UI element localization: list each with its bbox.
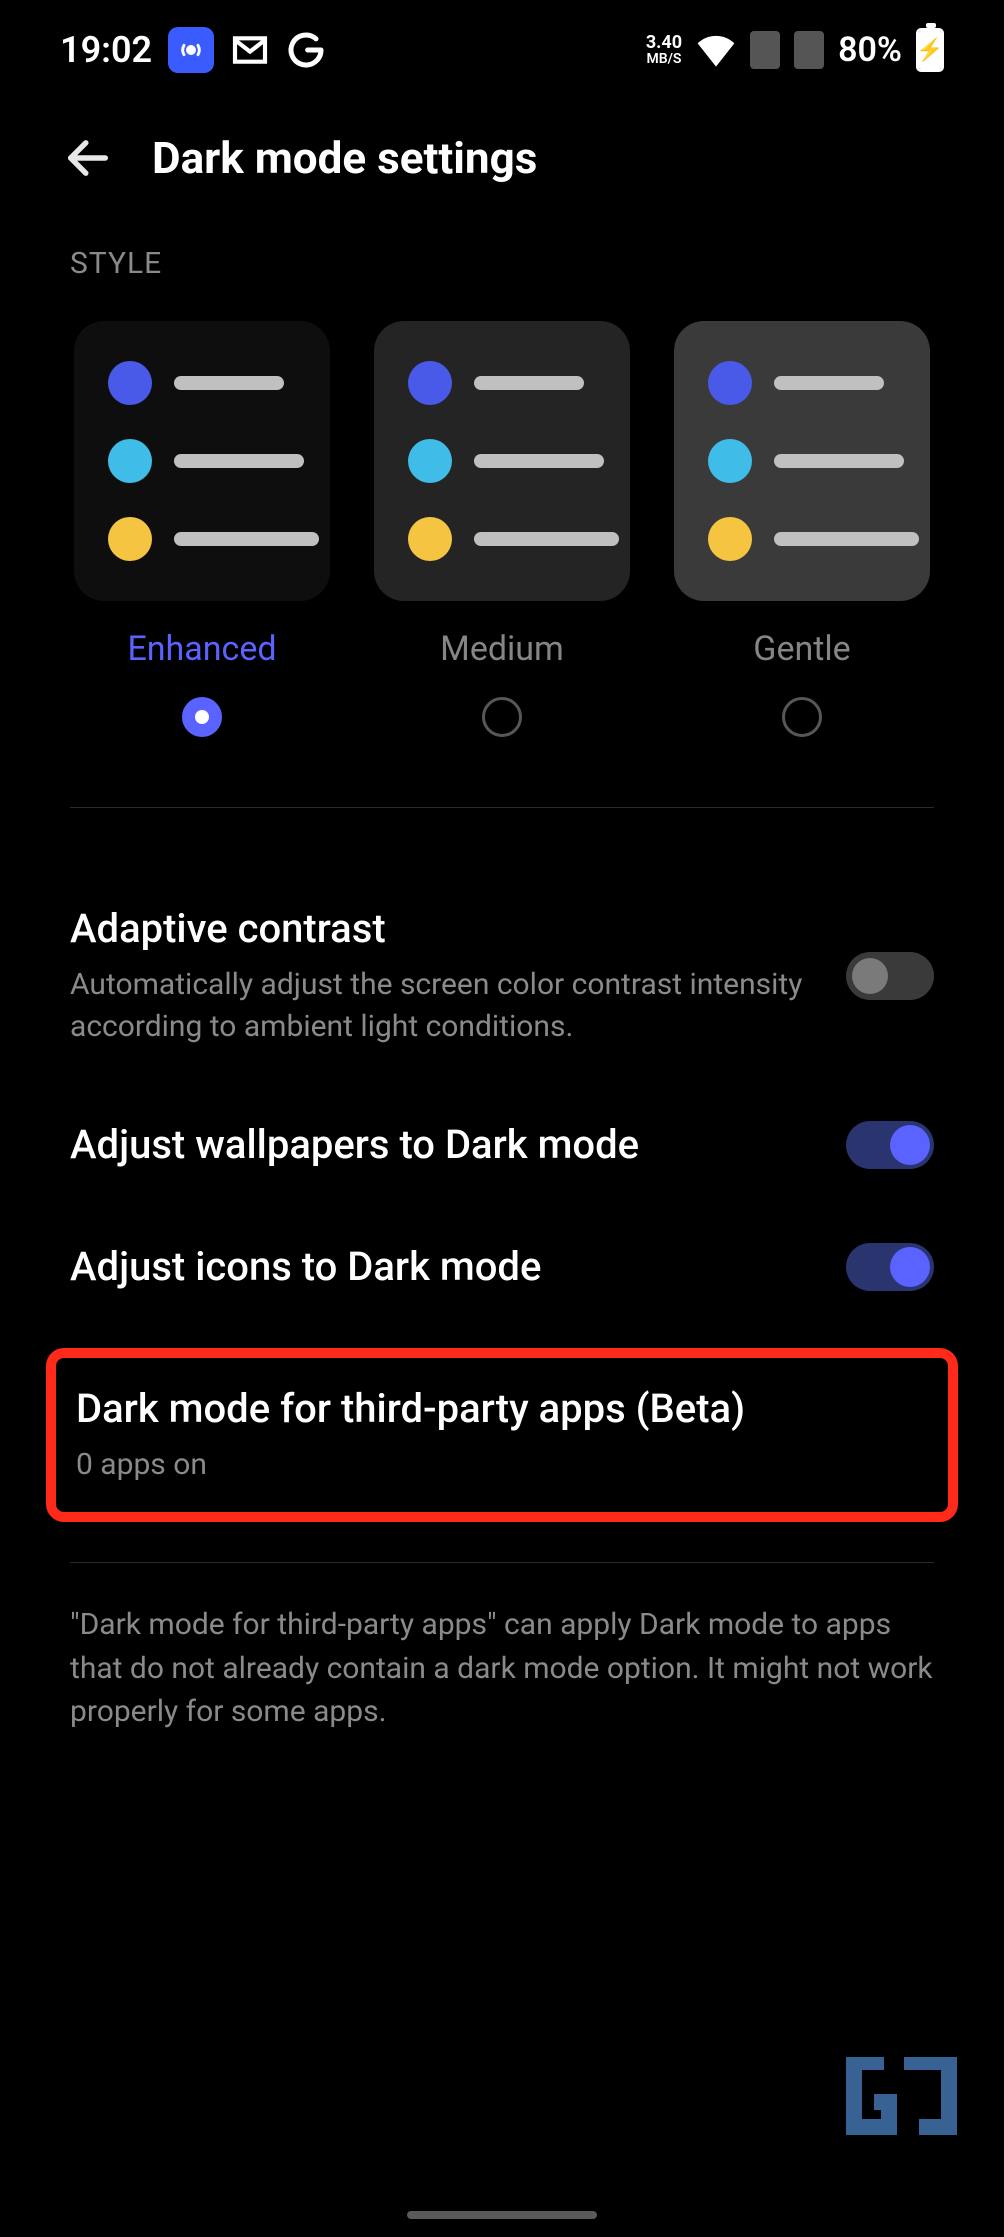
style-label-enhanced: Enhanced [127,629,276,669]
divider [70,807,934,808]
style-option-enhanced[interactable]: Enhanced [70,321,334,737]
style-label-medium: Medium [440,629,564,669]
watermark-logo [834,2057,964,2147]
sim-slot-1-icon [750,31,780,69]
setting-title-thirdparty: Dark mode for third-party apps (Beta) [76,1384,928,1434]
setting-wallpapers-dark[interactable]: Adjust wallpapers to Dark mode [70,1084,934,1206]
battery-percent: 80% [838,30,902,70]
setting-title-icons: Adjust icons to Dark mode [70,1242,816,1292]
toggle-wallpapers-dark[interactable] [846,1121,934,1169]
highlight-thirdparty: Dark mode for third-party apps (Beta) 0 … [46,1348,958,1522]
footnote-thirdparty: "Dark mode for third-party apps" can app… [70,1573,934,1764]
battery-charging-icon [916,28,944,72]
toggle-icons-dark[interactable] [846,1243,934,1291]
divider [70,1562,934,1563]
style-option-medium[interactable]: Medium [370,321,634,737]
sim-slot-2-icon [794,31,824,69]
page-title: Dark mode settings [152,132,537,184]
style-radio-enhanced[interactable] [182,697,222,737]
network-speed-indicator: 3.40 MB/S [646,34,682,66]
style-preview-medium [374,321,630,601]
toggle-adaptive-contrast[interactable] [846,952,934,1000]
style-radio-gentle[interactable] [782,697,822,737]
wifi-icon [696,33,736,67]
style-preview-gentle [674,321,930,601]
style-option-gentle[interactable]: Gentle [670,321,934,737]
style-options-row: Enhanced Medium Gentle [70,321,934,737]
back-button[interactable] [60,130,116,186]
style-preview-enhanced [74,321,330,601]
google-icon [286,30,326,70]
setting-sub-thirdparty: 0 apps on [76,1444,928,1486]
gmail-icon [230,30,270,70]
style-label-gentle: Gentle [753,629,850,669]
setting-title-wallpapers: Adjust wallpapers to Dark mode [70,1120,816,1170]
setting-thirdparty-apps[interactable]: Dark mode for third-party apps (Beta) 0 … [76,1384,928,1486]
setting-title-adaptive: Adaptive contrast [70,904,816,954]
wifi-calling-app-icon [168,27,214,73]
page-header: Dark mode settings [0,90,1004,246]
setting-icons-dark[interactable]: Adjust icons to Dark mode [70,1206,934,1328]
style-section-title: STYLE [70,246,934,281]
nav-handle[interactable] [407,2211,597,2219]
setting-adaptive-contrast[interactable]: Adaptive contrast Automatically adjust t… [70,868,934,1084]
status-time: 19:02 [60,29,152,71]
status-bar: 19:02 3.40 MB/S 80% [0,0,1004,90]
style-radio-medium[interactable] [482,697,522,737]
setting-sub-adaptive: Automatically adjust the screen color co… [70,964,816,1048]
